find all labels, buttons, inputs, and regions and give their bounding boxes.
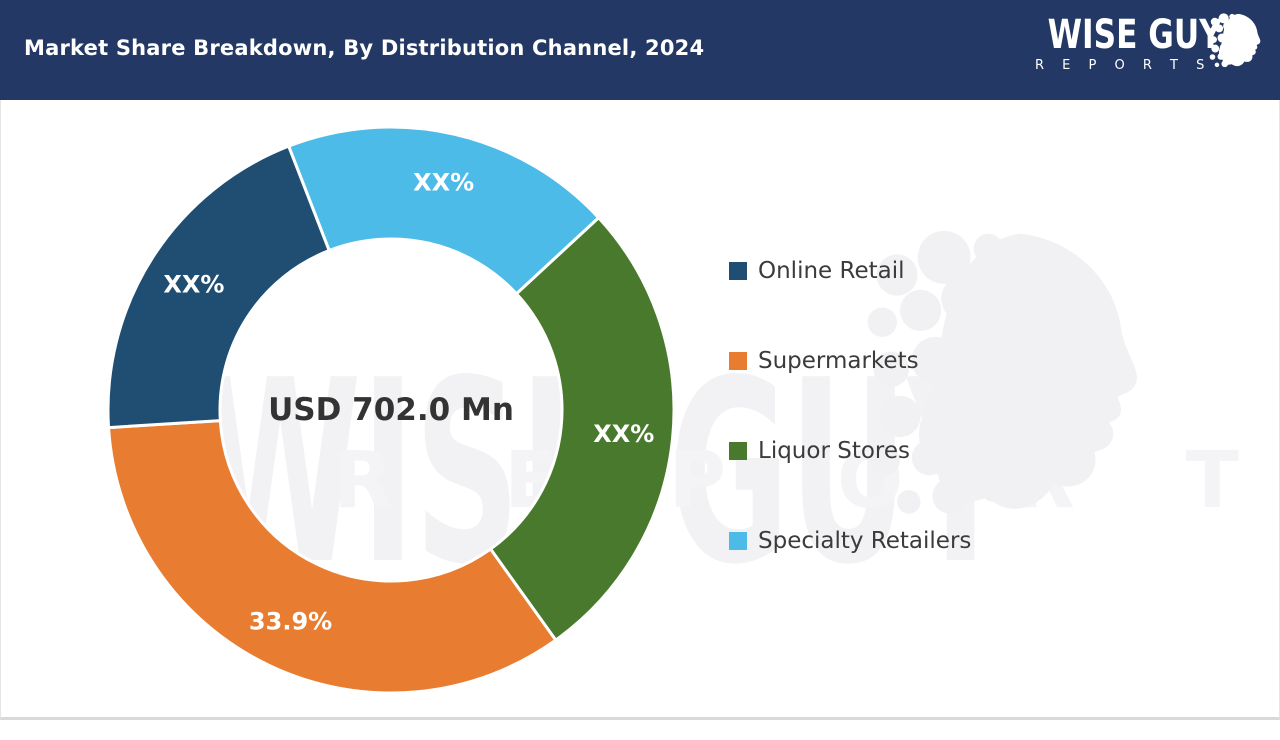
- legend: Online Retail Supermarkets Liquor Stores Sp…: [729, 244, 971, 604]
- chart-title: Market Share Breakdown, By Distribution …: [24, 36, 705, 60]
- wise-guy-logo: WISE GUY R E P O R T S: [1028, 10, 1264, 76]
- logo-wordmark: WISE GUY: [1047, 12, 1222, 58]
- legend-label: Specialty Retailers: [758, 528, 972, 554]
- legend-swatch: [729, 442, 747, 460]
- legend-item-specialty-retailers: Specialty Retailers: [729, 514, 971, 568]
- logo-subtitle: R E P O R T S: [1035, 58, 1212, 73]
- legend-swatch: [729, 262, 747, 280]
- donut-segment-supermarkets: [107, 419, 558, 695]
- wise-guy-logo-text: WISE GUY R E P O R T S: [1028, 12, 1222, 73]
- legend-label: Online Retail: [758, 258, 905, 284]
- segment-percent-label: 33.9%: [249, 608, 332, 636]
- header: Market Share Breakdown, By Distribution …: [0, 0, 1280, 100]
- legend-swatch: [729, 532, 747, 550]
- legend-item-liquor-stores: Liquor Stores: [729, 424, 971, 478]
- page: Market Share Breakdown, By Distribution …: [0, 0, 1280, 720]
- segment-percent-label: XX%: [163, 270, 224, 298]
- legend-label: Liquor Stores: [758, 438, 910, 464]
- legend-item-online-retail: Online Retail: [729, 244, 971, 298]
- legend-item-supermarkets: Supermarkets: [729, 334, 971, 388]
- segment-percent-label: XX%: [413, 168, 474, 196]
- legend-swatch: [729, 352, 747, 370]
- legend-label: Supermarkets: [758, 348, 919, 374]
- donut-center-value: USD 702.0 Mn: [268, 392, 514, 428]
- chart-area: WISE GUY R E P O R T S XX%XX%33.9%XX% US…: [0, 100, 1280, 720]
- segment-percent-label: XX%: [593, 420, 654, 448]
